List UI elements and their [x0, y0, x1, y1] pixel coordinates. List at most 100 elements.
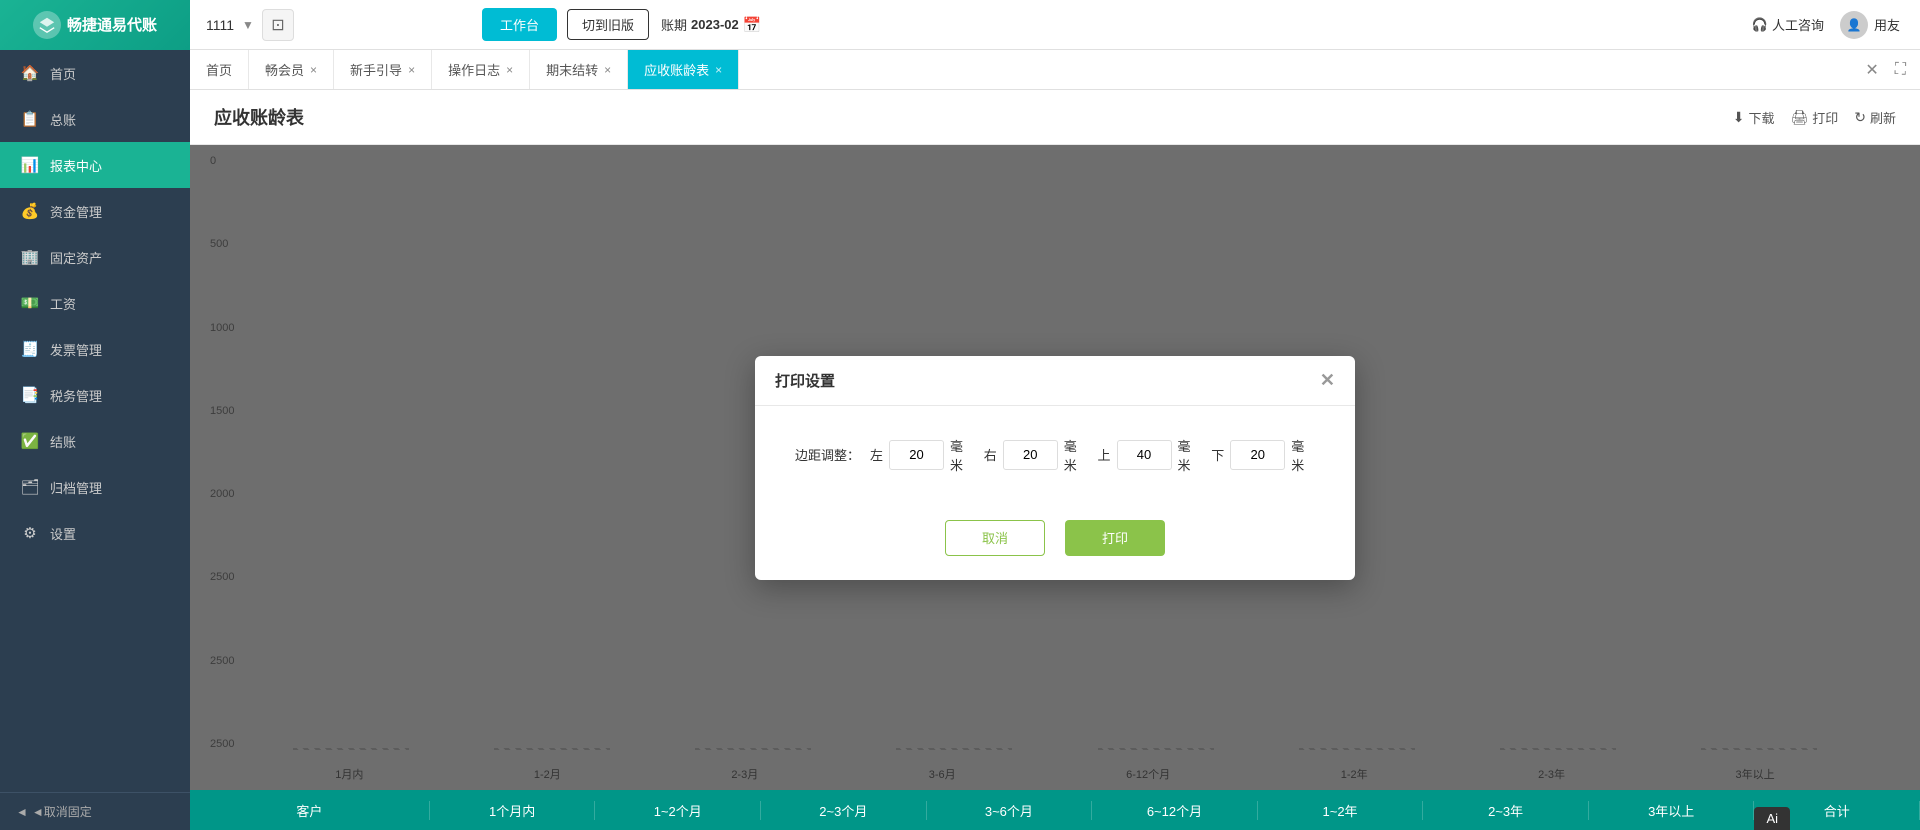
margin-top-input[interactable]: [1117, 440, 1172, 470]
company-selector: 1111 ▼ ⊡: [190, 9, 470, 41]
tab-log-close[interactable]: ×: [506, 63, 513, 77]
sidebar-label-checkout: 结账: [50, 432, 76, 451]
user-area[interactable]: 👤 用友: [1840, 11, 1900, 39]
margin-left-input[interactable]: [889, 440, 944, 470]
tab-period-end-label: 期末结转: [546, 60, 598, 79]
archive-icon: 🗂: [20, 477, 40, 497]
page-content: 应收账龄表 ⬇ 下载 🖨 打印 ↻ 刷新: [190, 90, 1920, 830]
cancel-button[interactable]: 取消: [945, 520, 1045, 556]
tab-log-label: 操作日志: [448, 60, 500, 79]
tab-period-end[interactable]: 期末结转 ×: [530, 50, 628, 89]
sidebar-item-salary[interactable]: 💵 工资: [0, 280, 190, 326]
download-button[interactable]: ⬇ 下载: [1733, 108, 1775, 127]
collapse-label: ◄取消固定: [32, 803, 92, 820]
page-title: 应收账龄表: [214, 104, 304, 130]
modal-close-button[interactable]: ✕: [1320, 370, 1335, 391]
refresh-icon: ↻: [1854, 109, 1866, 126]
workbench-button[interactable]: 工作台: [482, 8, 557, 41]
th-customer: 客户: [190, 801, 430, 820]
headset-icon: 🎧: [1752, 17, 1768, 33]
refresh-button[interactable]: ↻ 刷新: [1854, 108, 1896, 127]
period-label: 账期: [661, 15, 687, 34]
ai-badge[interactable]: Ai: [1754, 807, 1790, 830]
sidebar-item-ledger[interactable]: 📋 总账: [0, 96, 190, 142]
print-dialog: 打印设置 ✕ 边距调整： 左 毫米: [755, 356, 1355, 580]
checkout-icon: ✅: [20, 431, 40, 451]
sidebar-item-finance[interactable]: 💰 资金管理: [0, 188, 190, 234]
sidebar-item-invoice[interactable]: 🧾 发票管理: [0, 326, 190, 372]
margin-label: 边距调整：: [795, 445, 860, 464]
sidebar-item-assets[interactable]: 🏢 固定资产: [0, 234, 190, 280]
modal-footer: 取消 打印: [755, 504, 1355, 580]
left-unit: 毫米: [950, 436, 974, 474]
th-3y: 3年以上: [1589, 801, 1755, 820]
consulting-button[interactable]: 🎧 人工咨询: [1752, 15, 1824, 34]
sidebar-item-tax[interactable]: 📑 税务管理: [0, 372, 190, 418]
print-icon: 🖨: [1790, 109, 1808, 126]
margin-form-row: 边距调整： 左 毫米 右 毫米: [795, 436, 1315, 474]
sidebar-label-finance: 资金管理: [50, 202, 102, 221]
sidebar-collapse-button[interactable]: ◄ ◄取消固定: [0, 792, 190, 830]
tab-log[interactable]: 操作日志 ×: [432, 50, 530, 89]
sidebar-label-tax: 税务管理: [50, 386, 102, 405]
tab-guide-close[interactable]: ×: [408, 63, 415, 77]
right-unit: 毫米: [1064, 436, 1088, 474]
tab-expand-button[interactable]: ⛶: [1891, 57, 1910, 83]
page-header: 应收账龄表 ⬇ 下载 🖨 打印 ↻ 刷新: [190, 90, 1920, 145]
company-dropdown-icon[interactable]: ▼: [242, 18, 254, 32]
tab-period-end-close[interactable]: ×: [604, 63, 611, 77]
salary-icon: 💵: [20, 293, 40, 313]
left-label: 左: [870, 445, 883, 464]
modal-title: 打印设置: [775, 370, 835, 391]
top-header: 畅捷通易代账 1111 ▼ ⊡ 工作台 切到旧版 账期 2023-02 📅 🎧 …: [0, 0, 1920, 50]
sidebar-item-settings[interactable]: ⚙ 设置: [0, 510, 190, 556]
reports-icon: 📊: [20, 155, 40, 175]
bottom-unit: 毫米: [1291, 436, 1315, 474]
th-12m: 1~2个月: [595, 801, 761, 820]
sidebar-item-home[interactable]: 🏠 首页: [0, 50, 190, 96]
modal-header: 打印设置 ✕: [755, 356, 1355, 406]
finance-icon: 💰: [20, 201, 40, 221]
tab-guide[interactable]: 新手引导 ×: [334, 50, 432, 89]
tab-aging[interactable]: 应收账龄表 ×: [628, 50, 739, 89]
download-icon: ⬇: [1733, 109, 1745, 126]
ai-badge-label: Ai: [1766, 811, 1778, 826]
tab-member-close[interactable]: ×: [310, 63, 317, 77]
print-button[interactable]: 🖨 打印: [1790, 108, 1838, 127]
sidebar-item-archive[interactable]: 🗂 归档管理: [0, 464, 190, 510]
sidebar-label-settings: 设置: [50, 524, 76, 543]
calendar-icon[interactable]: 📅: [743, 16, 762, 34]
sidebar: 🏠 首页 📋 总账 📊 报表中心 💰 资金管理 🏢 固定资产 💵 工资: [0, 50, 190, 830]
avatar: 👤: [1840, 11, 1868, 39]
modal-body: 边距调整： 左 毫米 右 毫米: [755, 406, 1355, 504]
modal-overlay: 打印设置 ✕ 边距调整： 左 毫米: [190, 145, 1920, 790]
copy-button[interactable]: ⊡: [262, 9, 294, 41]
confirm-print-button[interactable]: 打印: [1065, 520, 1165, 556]
period-area: 账期 2023-02 📅: [661, 15, 761, 34]
tab-close-all-button[interactable]: ✕: [1861, 56, 1882, 84]
consulting-label: 人工咨询: [1772, 15, 1824, 34]
logo-text: 畅捷通易代账: [67, 14, 157, 35]
content-area: 首页 畅会员 × 新手引导 × 操作日志 × 期末结转 × 应收账龄表 ×: [190, 50, 1920, 830]
switch-version-button[interactable]: 切到旧版: [567, 9, 649, 40]
tab-home[interactable]: 首页: [190, 50, 249, 89]
right-label: 右: [984, 445, 997, 464]
tab-member-label: 畅会员: [265, 60, 304, 79]
th-612m: 6~12个月: [1092, 801, 1258, 820]
bottom-label: 下: [1211, 445, 1224, 464]
sidebar-item-reports[interactable]: 📊 报表中心: [0, 142, 190, 188]
sidebar-label-archive: 归档管理: [50, 478, 102, 497]
top-unit: 毫米: [1178, 436, 1202, 474]
tab-member[interactable]: 畅会员 ×: [249, 50, 334, 89]
tab-aging-close[interactable]: ×: [715, 63, 722, 77]
sidebar-item-checkout[interactable]: ✅ 结账: [0, 418, 190, 464]
sidebar-label-salary: 工资: [50, 294, 76, 313]
tax-icon: 📑: [20, 385, 40, 405]
tab-bar: 首页 畅会员 × 新手引导 × 操作日志 × 期末结转 × 应收账龄表 ×: [190, 50, 1920, 90]
collapse-icon: ◄: [16, 805, 28, 819]
sidebar-label-home: 首页: [50, 64, 76, 83]
th-1m: 1个月内: [430, 801, 596, 820]
th-23y: 2~3年: [1423, 801, 1589, 820]
margin-right-input[interactable]: [1003, 440, 1058, 470]
margin-bottom-input[interactable]: [1230, 440, 1285, 470]
